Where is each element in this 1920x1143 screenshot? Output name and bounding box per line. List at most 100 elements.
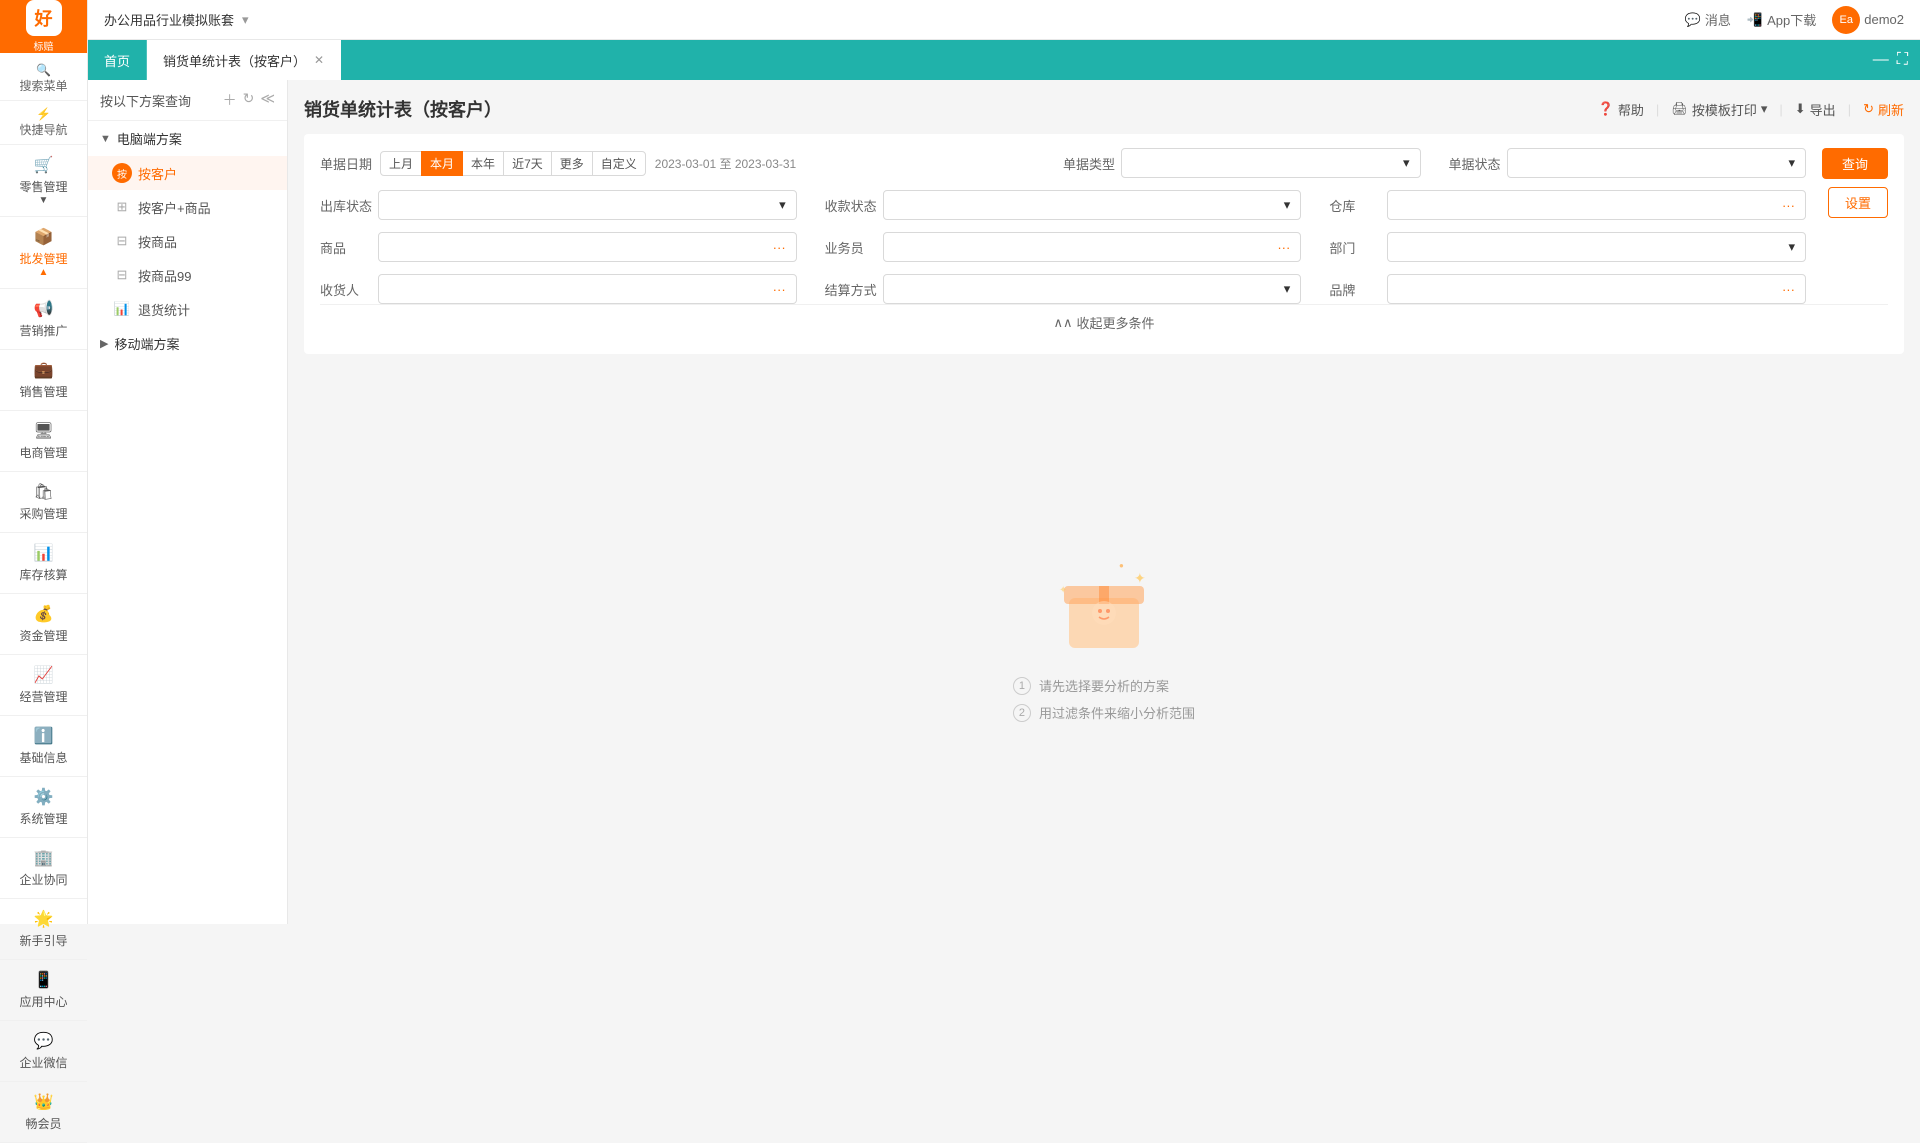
date-tab-thismonth[interactable]: 本月 (421, 151, 463, 176)
purchase-icon: 🛍 (33, 482, 53, 502)
filter-warehouse: 仓库 ··· (1329, 190, 1806, 220)
refresh-btn[interactable]: ↻ 刷新 (1863, 100, 1904, 119)
tabbar-actions: — ⛶ (1861, 51, 1920, 69)
scheme-item-by-customer-label: 按客户 (138, 164, 177, 183)
finance-label: 资金管理 (19, 627, 67, 644)
date-tab-thisyear[interactable]: 本年 (462, 151, 504, 176)
avatar: Ea (1832, 6, 1860, 34)
settings-button[interactable]: 设置 (1828, 187, 1888, 218)
sidebar-item-enterprise[interactable]: 🏢 企业协同 (0, 838, 87, 899)
logo[interactable]: 好 标赔 (0, 0, 87, 53)
doc-type-select[interactable]: ▾ (1121, 148, 1421, 178)
sidebar-item-operations[interactable]: 📈 经营管理 (0, 655, 87, 716)
mobile-group-label: 移动端方案 (114, 334, 179, 353)
collapse-row[interactable]: ∧∧ 收起更多条件 (320, 304, 1888, 340)
sidebar-item-guide[interactable]: 🌟 新手引导 (0, 899, 87, 960)
date-tab-7days[interactable]: 近7天 (503, 151, 552, 176)
refresh-scheme-btn[interactable]: ↻ (243, 90, 255, 110)
mobile-group-header[interactable]: ▶ 移动端方案 (88, 326, 287, 361)
export-icon: ⬇ (1795, 101, 1806, 117)
empty-tip-2: 2 用过滤条件来缩小分析范围 (1013, 703, 1195, 722)
topbar-left: 办公用品行业模拟账套 ▾ (104, 10, 249, 29)
doc-status-select[interactable]: ▾ (1507, 148, 1807, 178)
empty-svg: ✦ ✦ ● (1044, 548, 1164, 658)
product-select[interactable]: ··· (378, 232, 797, 262)
add-scheme-btn[interactable]: ＋ (223, 90, 237, 110)
dept-select[interactable]: ▾ (1387, 232, 1806, 262)
out-status-label: 出库状态 (320, 196, 370, 215)
date-tab-lastmonth[interactable]: 上月 (380, 151, 422, 176)
divider3: | (1848, 102, 1851, 117)
query-button[interactable]: 查询 (1822, 148, 1888, 179)
sidebar-item-member[interactable]: 👑 畅会员 (0, 1082, 87, 1143)
search-menu[interactable]: 🔍 搜索菜单 (0, 53, 87, 101)
system-icon: ⚙️ (34, 787, 54, 807)
sidebar-item-finance[interactable]: 💰 资金管理 (0, 594, 87, 655)
wholesale-label: 批发管理 (19, 250, 67, 267)
enterprise-icon: 🏢 (34, 848, 54, 868)
wechat-icon: 💬 (34, 1031, 54, 1051)
retail-icon: 🛒 (34, 155, 54, 175)
empty-tip-1-text: 请先选择要分析的方案 (1039, 676, 1169, 695)
tab-close-icon[interactable]: ✕ (314, 53, 324, 67)
sidebar-item-ecommerce[interactable]: 🖥 电商管理 (0, 411, 87, 472)
sidebar-item-inventory[interactable]: 📊 库存核算 (0, 533, 87, 594)
collapse-label: 收起更多条件 (1077, 313, 1155, 332)
receiver-select[interactable]: ··· (378, 274, 797, 304)
tab-home[interactable]: 首页 (88, 40, 147, 80)
doc-status-label: 单据状态 (1449, 154, 1499, 173)
payment-method-select[interactable]: ▾ (883, 274, 1302, 304)
scheme-item-by-product[interactable]: ⊟ 按商品 (88, 224, 287, 258)
filter-doc-type: 单据类型 ▾ (1063, 148, 1421, 178)
date-label: 单据日期 (320, 154, 372, 173)
download-icon: 📲 (1747, 12, 1763, 28)
export-btn[interactable]: ⬇ 导出 (1795, 100, 1836, 119)
date-tab-more[interactable]: 更多 (551, 151, 593, 176)
member-icon: 👑 (34, 1092, 54, 1112)
sidebar-item-appcenter[interactable]: 📱 应用中心 (0, 960, 87, 1021)
date-tab-custom[interactable]: 自定义 (592, 151, 646, 176)
sidebar-item-system[interactable]: ⚙️ 系统管理 (0, 777, 87, 838)
message-btn[interactable]: 💬 消息 (1685, 10, 1731, 29)
sidebar-item-retail[interactable]: 🛒 零售管理 ▼ (0, 145, 87, 217)
warehouse-select[interactable]: ··· (1387, 190, 1806, 220)
tab-sales-stat[interactable]: 销货单统计表（按客户） ✕ (147, 40, 341, 80)
empty-tips: 1 请先选择要分析的方案 2 用过滤条件来缩小分析范围 (1013, 676, 1195, 722)
sidebar-item-sales[interactable]: 💼 销售管理 (0, 350, 87, 411)
appcenter-label: 应用中心 (19, 993, 67, 1010)
operations-icon: 📈 (34, 665, 54, 685)
app-download-btn[interactable]: 📲 App下载 (1747, 10, 1816, 29)
template-print-btn[interactable]: 🖨 按模板打印 ▾ (1671, 100, 1767, 119)
tab-minimize-btn[interactable]: — (1873, 51, 1889, 69)
date-range: 2023-03-01 至 2023-03-31 (655, 155, 796, 172)
payment-status-select[interactable]: ▾ (883, 190, 1302, 220)
sidebar-item-marketing[interactable]: 📢 营销推广 (0, 289, 87, 350)
product-dots: ··· (773, 240, 786, 255)
desktop-group-header[interactable]: ▼ 电脑端方案 (88, 121, 287, 156)
scheme-item-return-stat-label: 退货统计 (138, 300, 190, 319)
wholesale-arrow: ▲ (39, 267, 49, 278)
quick-nav[interactable]: ⚡ 快捷导航 (0, 101, 87, 145)
scheme-item-by-customer[interactable]: 按 按客户 (88, 156, 287, 190)
filter-row-1: 单据日期 上月 本月 本年 近7天 更多 自定义 (320, 148, 1806, 178)
sidebar-item-wechat[interactable]: 💬 企业微信 (0, 1021, 87, 1082)
out-status-select[interactable]: ▾ (378, 190, 797, 220)
dept-label: 部门 (1329, 238, 1379, 257)
scheme-item-return-stat[interactable]: 📊 退货统计 (88, 292, 287, 326)
sidebar-item-wholesale[interactable]: 📦 批发管理 ▲ (0, 217, 87, 289)
operations-label: 经营管理 (19, 688, 67, 705)
payment-method-chevron: ▾ (1284, 281, 1291, 297)
help-btn[interactable]: ❓ 帮助 (1598, 100, 1644, 119)
payment-status-label: 收款状态 (825, 196, 875, 215)
salesperson-dots: ··· (1277, 240, 1290, 255)
salesperson-select[interactable]: ··· (883, 232, 1302, 262)
scheme-item-product99[interactable]: ⊟ 按商品99 (88, 258, 287, 292)
tab-maximize-btn[interactable]: ⛶ (1897, 51, 1908, 69)
brand-select[interactable]: ··· (1387, 274, 1806, 304)
sidebar-item-basic[interactable]: ℹ️ 基础信息 (0, 716, 87, 777)
sidebar-item-purchase[interactable]: 🛍 采购管理 (0, 472, 87, 533)
collapse-panel-btn[interactable]: ≪ (260, 90, 275, 110)
scheme-item-customer-product[interactable]: ⊞ 按客户+商品 (88, 190, 287, 224)
basic-icon: ℹ️ (34, 726, 54, 746)
user-profile[interactable]: Ea demo2 (1832, 6, 1904, 34)
